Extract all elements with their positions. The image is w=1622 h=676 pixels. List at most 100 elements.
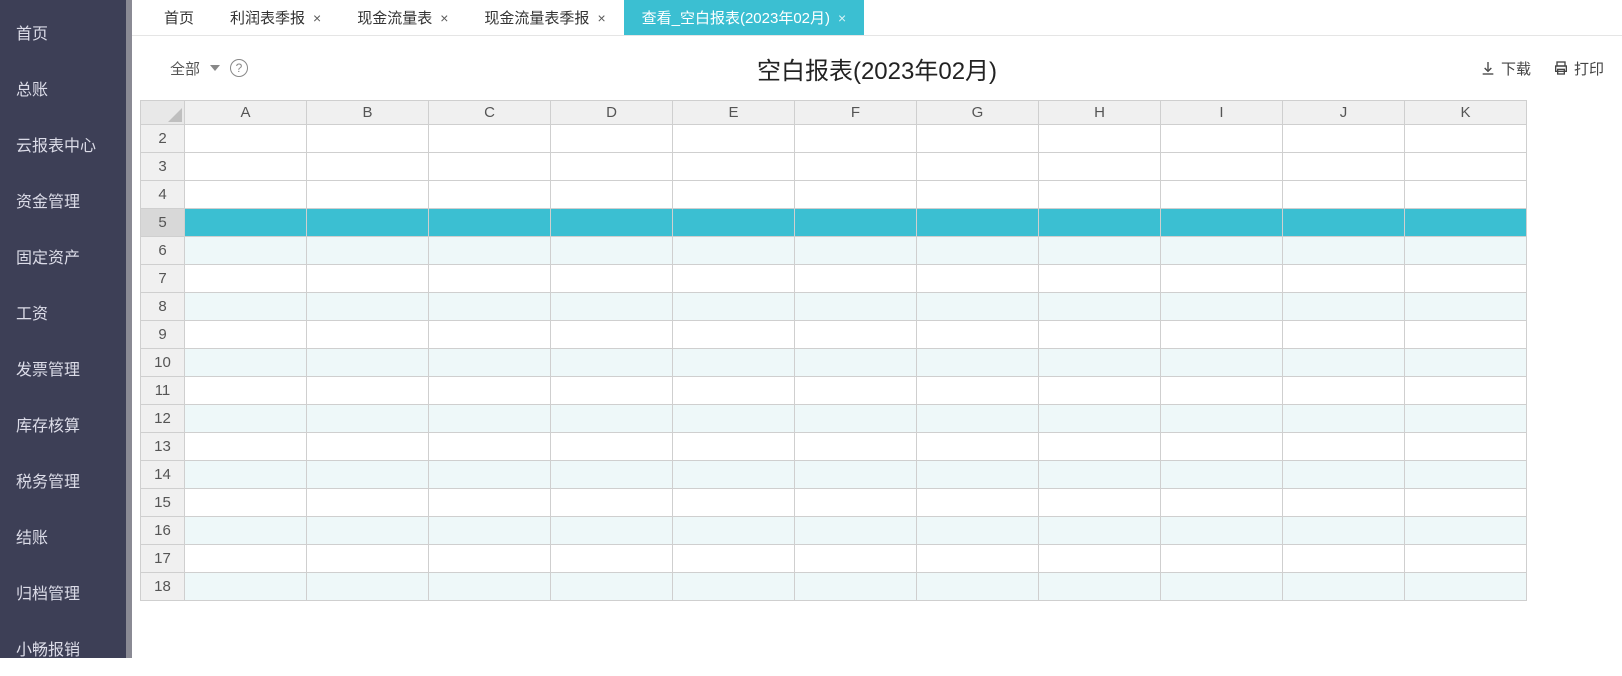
cell-C15[interactable] — [429, 489, 551, 517]
cell-K18[interactable] — [1405, 573, 1527, 601]
cell-H18[interactable] — [1039, 573, 1161, 601]
cell-C4[interactable] — [429, 181, 551, 209]
sidebar-item-6[interactable]: 发票管理 — [0, 340, 126, 396]
cell-G17[interactable] — [917, 545, 1039, 573]
cell-H14[interactable] — [1039, 461, 1161, 489]
cell-K14[interactable] — [1405, 461, 1527, 489]
cell-J4[interactable] — [1283, 181, 1405, 209]
cell-E18[interactable] — [673, 573, 795, 601]
cell-B9[interactable] — [307, 321, 429, 349]
cell-H5[interactable] — [1039, 209, 1161, 237]
cell-G12[interactable] — [917, 405, 1039, 433]
cell-J5[interactable] — [1283, 209, 1405, 237]
row-header-6[interactable]: 6 — [141, 237, 185, 265]
cell-C3[interactable] — [429, 153, 551, 181]
cell-B17[interactable] — [307, 545, 429, 573]
cell-C6[interactable] — [429, 237, 551, 265]
cell-J12[interactable] — [1283, 405, 1405, 433]
cell-K5[interactable] — [1405, 209, 1527, 237]
column-header-A[interactable]: A — [185, 101, 307, 125]
cell-F3[interactable] — [795, 153, 917, 181]
cell-I10[interactable] — [1161, 349, 1283, 377]
cell-C11[interactable] — [429, 377, 551, 405]
cell-B10[interactable] — [307, 349, 429, 377]
sidebar-item-3[interactable]: 资金管理 — [0, 172, 126, 228]
sidebar-item-1[interactable]: 总账 — [0, 60, 126, 116]
sidebar-item-4[interactable]: 固定资产 — [0, 228, 126, 284]
cell-J6[interactable] — [1283, 237, 1405, 265]
cell-J3[interactable] — [1283, 153, 1405, 181]
cell-J15[interactable] — [1283, 489, 1405, 517]
cell-B8[interactable] — [307, 293, 429, 321]
cell-I3[interactable] — [1161, 153, 1283, 181]
cell-D17[interactable] — [551, 545, 673, 573]
cell-K4[interactable] — [1405, 181, 1527, 209]
cell-A10[interactable] — [185, 349, 307, 377]
column-header-J[interactable]: J — [1283, 101, 1405, 125]
cell-G11[interactable] — [917, 377, 1039, 405]
cell-K10[interactable] — [1405, 349, 1527, 377]
cell-F18[interactable] — [795, 573, 917, 601]
cell-B2[interactable] — [307, 125, 429, 153]
cell-J2[interactable] — [1283, 125, 1405, 153]
cell-J10[interactable] — [1283, 349, 1405, 377]
cell-G18[interactable] — [917, 573, 1039, 601]
cell-B3[interactable] — [307, 153, 429, 181]
tab-0[interactable]: 首页 — [146, 0, 212, 35]
cell-I18[interactable] — [1161, 573, 1283, 601]
cell-A6[interactable] — [185, 237, 307, 265]
cell-I5[interactable] — [1161, 209, 1283, 237]
cell-B13[interactable] — [307, 433, 429, 461]
sidebar-item-7[interactable]: 库存核算 — [0, 396, 126, 452]
cell-K8[interactable] — [1405, 293, 1527, 321]
cell-J18[interactable] — [1283, 573, 1405, 601]
cell-J16[interactable] — [1283, 517, 1405, 545]
cell-G7[interactable] — [917, 265, 1039, 293]
spreadsheet[interactable]: ABCDEFGHIJK23456789101112131415161718 — [132, 100, 1622, 658]
cell-C10[interactable] — [429, 349, 551, 377]
cell-I12[interactable] — [1161, 405, 1283, 433]
cell-C17[interactable] — [429, 545, 551, 573]
cell-G10[interactable] — [917, 349, 1039, 377]
cell-F2[interactable] — [795, 125, 917, 153]
cell-I8[interactable] — [1161, 293, 1283, 321]
cell-F14[interactable] — [795, 461, 917, 489]
cell-H10[interactable] — [1039, 349, 1161, 377]
cell-H12[interactable] — [1039, 405, 1161, 433]
cell-D4[interactable] — [551, 181, 673, 209]
row-header-2[interactable]: 2 — [141, 125, 185, 153]
column-header-G[interactable]: G — [917, 101, 1039, 125]
cell-K3[interactable] — [1405, 153, 1527, 181]
cell-H6[interactable] — [1039, 237, 1161, 265]
cell-C16[interactable] — [429, 517, 551, 545]
cell-H15[interactable] — [1039, 489, 1161, 517]
cell-H3[interactable] — [1039, 153, 1161, 181]
cell-I11[interactable] — [1161, 377, 1283, 405]
cell-K11[interactable] — [1405, 377, 1527, 405]
cell-E10[interactable] — [673, 349, 795, 377]
filter-dropdown[interactable]: 全部 ? — [170, 58, 248, 79]
cell-F17[interactable] — [795, 545, 917, 573]
cell-A9[interactable] — [185, 321, 307, 349]
cell-H17[interactable] — [1039, 545, 1161, 573]
cell-B4[interactable] — [307, 181, 429, 209]
cell-D13[interactable] — [551, 433, 673, 461]
row-header-15[interactable]: 15 — [141, 489, 185, 517]
cell-E11[interactable] — [673, 377, 795, 405]
cell-G9[interactable] — [917, 321, 1039, 349]
cell-K16[interactable] — [1405, 517, 1527, 545]
column-header-B[interactable]: B — [307, 101, 429, 125]
cell-B11[interactable] — [307, 377, 429, 405]
cell-I15[interactable] — [1161, 489, 1283, 517]
tab-2[interactable]: 现金流量表× — [339, 0, 466, 35]
column-header-I[interactable]: I — [1161, 101, 1283, 125]
cell-I13[interactable] — [1161, 433, 1283, 461]
cell-D10[interactable] — [551, 349, 673, 377]
cell-F6[interactable] — [795, 237, 917, 265]
cell-E5[interactable] — [673, 209, 795, 237]
cell-I2[interactable] — [1161, 125, 1283, 153]
cell-H9[interactable] — [1039, 321, 1161, 349]
cell-K15[interactable] — [1405, 489, 1527, 517]
column-header-C[interactable]: C — [429, 101, 551, 125]
sidebar-item-10[interactable]: 归档管理 — [0, 564, 126, 620]
